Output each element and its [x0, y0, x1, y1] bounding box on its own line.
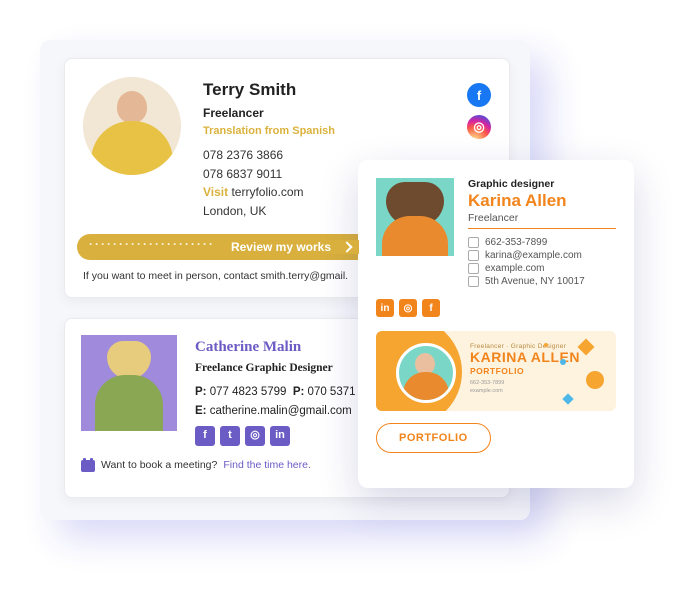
website: terryfolio.com	[231, 185, 303, 199]
review-works-label: Review my works	[223, 240, 339, 254]
banner-contact: 662-353-7899example.com	[470, 380, 580, 395]
facebook-icon[interactable]: f	[467, 83, 491, 107]
linkedin-icon[interactable]: in	[376, 299, 394, 317]
booking-link[interactable]: Find the time here.	[223, 459, 311, 471]
booking-text: Want to book a meeting?	[101, 459, 217, 471]
avatar	[376, 178, 454, 256]
mail-icon	[468, 250, 479, 261]
linkedin-icon[interactable]: in	[270, 426, 290, 446]
person-role: Freelancer	[203, 104, 491, 123]
address-line: 5th Avenue, NY 10017	[468, 276, 616, 287]
decoration-icon	[586, 371, 604, 389]
banner-avatar	[396, 343, 456, 403]
signature-card-karina: Graphic designer Karina Allen Freelancer…	[358, 160, 634, 488]
person-name: Karina Allen	[468, 191, 616, 211]
instagram-icon[interactable]: ◎	[245, 426, 265, 446]
portfolio-banner[interactable]: Freelancer · Graphic Designer KARINA ALL…	[376, 331, 616, 411]
instagram-icon[interactable]: ◎	[467, 115, 491, 139]
person-role: Freelancer	[468, 212, 616, 224]
person-name: Terry Smith	[203, 77, 491, 103]
facebook-icon[interactable]: f	[195, 426, 215, 446]
avatar	[81, 335, 177, 431]
divider	[468, 228, 616, 229]
twitter-icon[interactable]: t	[220, 426, 240, 446]
instagram-icon[interactable]: ◎	[399, 299, 417, 317]
person-tagline: Translation from Spanish	[203, 123, 491, 140]
visit-label: Visit	[203, 185, 228, 199]
calendar-icon	[81, 458, 95, 472]
pin-icon	[468, 276, 479, 287]
chevron-right-icon	[341, 242, 352, 253]
globe-icon	[468, 263, 479, 274]
facebook-icon[interactable]: f	[422, 299, 440, 317]
person-tag: Graphic designer	[468, 178, 616, 190]
decoration-icon	[578, 339, 595, 356]
decoration-icon	[544, 343, 548, 347]
avatar	[83, 77, 181, 175]
banner-portfolio: PORTFOLIO	[470, 367, 580, 376]
decoration-icon	[560, 359, 566, 365]
email-line: karina@example.com	[468, 250, 616, 261]
site-line[interactable]: example.com	[468, 263, 616, 274]
portfolio-button[interactable]: PORTFOLIO	[376, 423, 491, 453]
phone-line: 662-353-7899	[468, 237, 616, 248]
phone-icon	[468, 237, 479, 248]
